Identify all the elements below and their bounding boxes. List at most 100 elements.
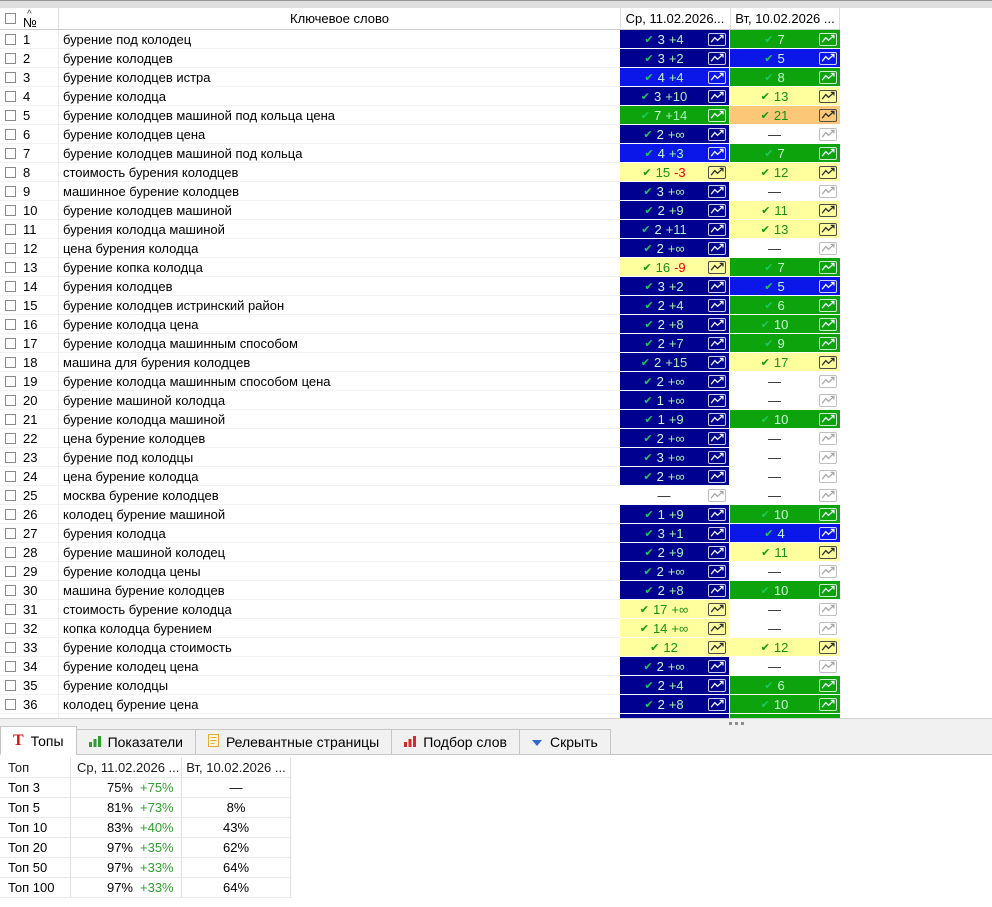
chart-icon[interactable] bbox=[819, 70, 837, 84]
row-checkbox[interactable] bbox=[4, 451, 16, 463]
table-row[interactable]: 8 стоимость бурения колодцев ✔ 15 -3 ✔ 12 bbox=[0, 163, 840, 182]
row-checkbox[interactable] bbox=[4, 527, 16, 539]
chart-icon[interactable] bbox=[819, 621, 837, 635]
row-checkbox[interactable] bbox=[4, 223, 16, 235]
row-checkbox[interactable] bbox=[4, 603, 16, 615]
column-header-date2[interactable]: Вт, 10.02.2026 ... bbox=[730, 8, 840, 29]
chart-icon[interactable] bbox=[819, 241, 837, 255]
chart-icon[interactable] bbox=[708, 336, 726, 350]
chart-icon[interactable] bbox=[819, 412, 837, 426]
chart-icon[interactable] bbox=[708, 621, 726, 635]
chart-icon[interactable] bbox=[819, 697, 837, 711]
chart-icon[interactable] bbox=[708, 203, 726, 217]
chart-icon[interactable] bbox=[708, 507, 726, 521]
chart-icon[interactable] bbox=[708, 659, 726, 673]
chart-icon[interactable] bbox=[708, 355, 726, 369]
table-row[interactable]: 2 бурение колодцев ✔ 3 +2 ✔ 5 bbox=[0, 49, 840, 68]
select-all-checkbox[interactable] bbox=[4, 13, 16, 24]
table-row[interactable]: 10 бурение колодцев машиной ✔ 2 +9 ✔ 11 bbox=[0, 201, 840, 220]
chart-icon[interactable] bbox=[819, 89, 837, 103]
row-checkbox[interactable] bbox=[4, 71, 16, 83]
chart-icon[interactable] bbox=[708, 165, 726, 179]
row-checkbox[interactable] bbox=[4, 622, 16, 634]
row-checkbox[interactable] bbox=[4, 52, 16, 64]
chart-icon[interactable] bbox=[819, 640, 837, 654]
table-row[interactable]: 4 бурение колодца ✔ 3 +10 ✔ 13 bbox=[0, 87, 840, 106]
column-header-keyword[interactable]: Ключевое слово bbox=[58, 8, 620, 29]
chart-icon[interactable] bbox=[819, 488, 837, 502]
row-checkbox[interactable] bbox=[4, 679, 16, 691]
table-row[interactable]: 16 бурение колодца цена ✔ 2 +8 ✔ 10 bbox=[0, 315, 840, 334]
splitter-handle[interactable] bbox=[729, 722, 744, 725]
column-header-date1[interactable]: Ср, 11.02.2026... bbox=[620, 8, 729, 29]
table-row[interactable]: 19 бурение колодца машинным способом цена… bbox=[0, 372, 840, 391]
table-row[interactable]: 20 бурение машиной колодца ✔ 1 +∞ — bbox=[0, 391, 840, 410]
row-checkbox[interactable] bbox=[4, 204, 16, 216]
table-row[interactable]: 11 бурения колодца машиной ✔ 2 +11 ✔ 13 bbox=[0, 220, 840, 239]
column-header-number[interactable]: ^ № bbox=[20, 8, 58, 29]
chart-icon[interactable] bbox=[708, 317, 726, 331]
chart-icon[interactable] bbox=[708, 70, 726, 84]
chart-icon[interactable] bbox=[708, 222, 726, 236]
table-row[interactable]: 9 машинное бурение колодцев ✔ 3 +∞ — bbox=[0, 182, 840, 201]
row-checkbox[interactable] bbox=[4, 698, 16, 710]
table-row[interactable]: 28 бурение машиной колодец ✔ 2 +9 ✔ 11 bbox=[0, 543, 840, 562]
table-row[interactable]: 31 стоимость бурение колодца ✔ 17 +∞ — bbox=[0, 600, 840, 619]
row-checkbox[interactable] bbox=[4, 147, 16, 159]
top-scrollbar[interactable] bbox=[0, 0, 992, 8]
tab-word-selection[interactable]: Подбор слов bbox=[391, 729, 520, 755]
table-row[interactable]: 3 бурение колодцев истра ✔ 4 +4 ✔ 8 bbox=[0, 68, 840, 87]
chart-icon[interactable] bbox=[708, 412, 726, 426]
chart-icon[interactable] bbox=[708, 374, 726, 388]
row-checkbox[interactable] bbox=[4, 280, 16, 292]
table-row[interactable]: 18 машина для бурения колодцев ✔ 2 +15 ✔ 17 bbox=[0, 353, 840, 372]
tab-metrics[interactable]: Показатели bbox=[75, 729, 196, 755]
table-row[interactable]: 22 цена бурение колодцев ✔ 2 +∞ — bbox=[0, 429, 840, 448]
row-checkbox[interactable] bbox=[4, 109, 16, 121]
chart-icon[interactable] bbox=[819, 526, 837, 540]
table-row[interactable]: 35 бурение колодцы ✔ 2 +4 ✔ 6 bbox=[0, 676, 840, 695]
chart-icon[interactable] bbox=[819, 51, 837, 65]
table-row[interactable]: 26 колодец бурение машиной ✔ 1 +9 ✔ 10 bbox=[0, 505, 840, 524]
chart-icon[interactable] bbox=[708, 393, 726, 407]
chart-icon[interactable] bbox=[819, 165, 837, 179]
chart-icon[interactable] bbox=[708, 146, 726, 160]
chart-icon[interactable] bbox=[708, 431, 726, 445]
chart-icon[interactable] bbox=[819, 469, 837, 483]
chart-icon[interactable] bbox=[819, 450, 837, 464]
row-checkbox[interactable] bbox=[4, 318, 16, 330]
chart-icon[interactable] bbox=[708, 108, 726, 122]
table-row[interactable]: 17 бурение колодца машинным способом ✔ 2 +7 ✔… bbox=[0, 334, 840, 353]
table-row[interactable]: 13 бурение копка колодца ✔ 16 -9 ✔ 7 bbox=[0, 258, 840, 277]
row-checkbox[interactable] bbox=[4, 584, 16, 596]
chart-icon[interactable] bbox=[819, 184, 837, 198]
row-checkbox[interactable] bbox=[4, 641, 16, 653]
row-checkbox[interactable] bbox=[4, 432, 16, 444]
table-row[interactable]: 14 бурения колодцев ✔ 3 +2 ✔ 5 bbox=[0, 277, 840, 296]
chart-icon[interactable] bbox=[819, 203, 837, 217]
chart-icon[interactable] bbox=[708, 469, 726, 483]
chart-icon[interactable] bbox=[708, 564, 726, 578]
chart-icon[interactable] bbox=[708, 279, 726, 293]
chart-icon[interactable] bbox=[708, 640, 726, 654]
chart-icon[interactable] bbox=[819, 146, 837, 160]
chart-icon[interactable] bbox=[708, 89, 726, 103]
chart-icon[interactable] bbox=[708, 127, 726, 141]
chart-icon[interactable] bbox=[708, 697, 726, 711]
chart-icon[interactable] bbox=[708, 260, 726, 274]
row-checkbox[interactable] bbox=[4, 128, 16, 140]
chart-icon[interactable] bbox=[708, 602, 726, 616]
chart-icon[interactable] bbox=[819, 336, 837, 350]
chart-icon[interactable] bbox=[819, 431, 837, 445]
table-row[interactable]: 29 бурение колодца цены ✔ 2 +∞ — bbox=[0, 562, 840, 581]
chart-icon[interactable] bbox=[819, 355, 837, 369]
row-checkbox[interactable] bbox=[4, 299, 16, 311]
chart-icon[interactable] bbox=[819, 564, 837, 578]
row-checkbox[interactable] bbox=[4, 660, 16, 672]
chart-icon[interactable] bbox=[819, 317, 837, 331]
chart-icon[interactable] bbox=[708, 583, 726, 597]
chart-icon[interactable] bbox=[708, 488, 726, 502]
table-row[interactable]: 36 колодец бурение цена ✔ 2 +8 ✔ 10 bbox=[0, 695, 840, 714]
row-checkbox[interactable] bbox=[4, 394, 16, 406]
table-row[interactable]: 7 бурение колодцев машиной под кольца ✔ 4 +3… bbox=[0, 144, 840, 163]
